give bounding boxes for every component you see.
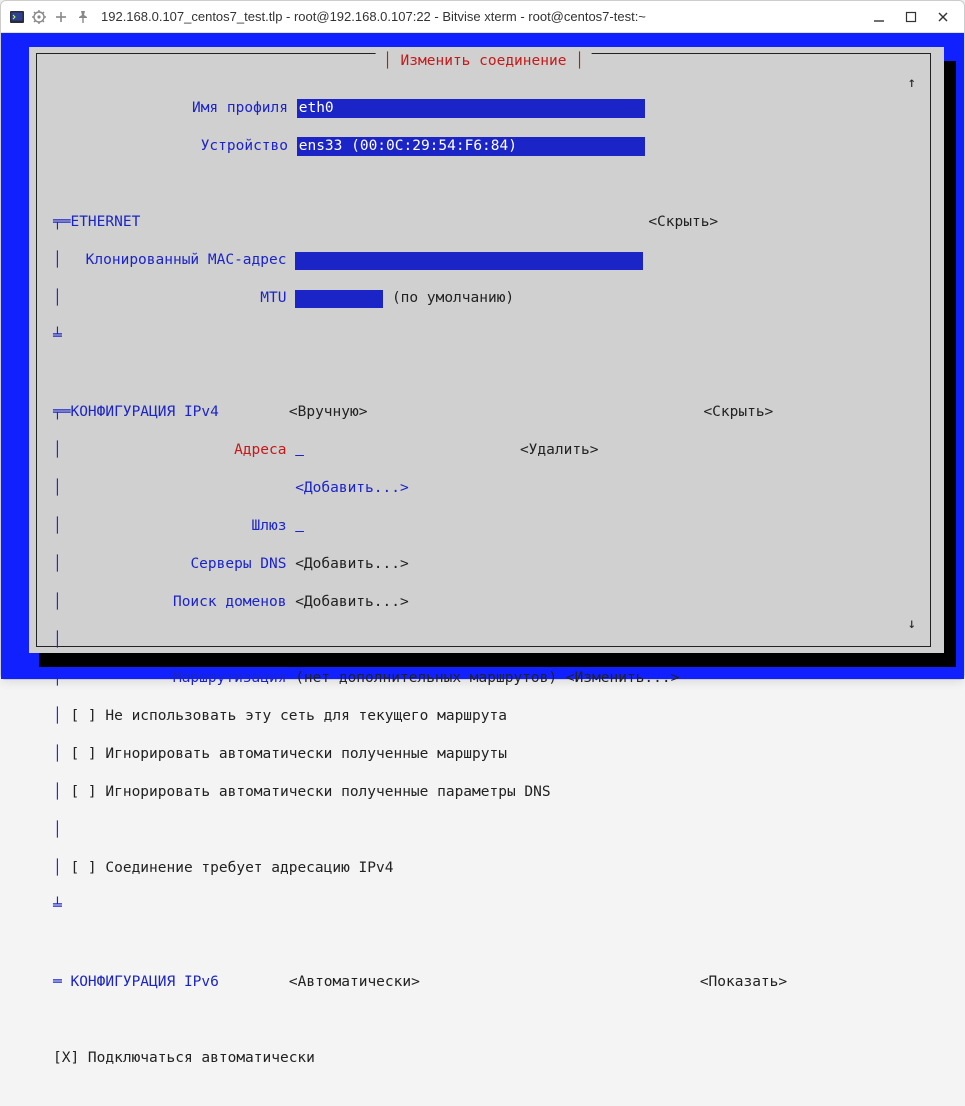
- edit-connection-dialog: │ Изменить соединение │ ↑ ↓ Имя профиля …: [29, 47, 944, 653]
- ipv4-ignore-dns-checkbox[interactable]: [ ] Игнорировать автоматически полученны…: [70, 784, 550, 800]
- ipv4-ignore-routes-checkbox[interactable]: [ ] Игнорировать автоматически полученны…: [70, 746, 507, 762]
- address-delete-button[interactable]: <Удалить>: [520, 442, 599, 458]
- device-input[interactable]: ens33 (00:0C:29:54:F6:84): [297, 137, 645, 156]
- ipv6-header: КОНФИГУРАЦИЯ IPv6: [70, 974, 218, 990]
- dns-label: Серверы DNS: [70, 555, 286, 574]
- addresses-label: Адреса: [70, 441, 286, 460]
- routing-value: (нет дополнительных маршрутов): [295, 670, 557, 686]
- mtu-default-label: (по умолчанию): [392, 290, 514, 306]
- routing-label: Маршрутизация: [70, 669, 286, 688]
- mtu-input[interactable]: [295, 290, 383, 308]
- scroll-down-indicator[interactable]: ↓: [908, 615, 916, 634]
- ipv4-mode-select[interactable]: <Вручную>: [289, 404, 368, 420]
- dialog-title: │ Изменить соединение │: [375, 52, 592, 71]
- search-domains-label: Поиск доменов: [70, 593, 286, 612]
- gear-icon[interactable]: [31, 9, 47, 25]
- cloned-mac-input[interactable]: [295, 252, 643, 270]
- profile-name-label: Имя профиля: [53, 99, 288, 118]
- gateway-input[interactable]: [295, 517, 511, 536]
- close-button[interactable]: [936, 10, 950, 24]
- dns-add-button[interactable]: <Добавить...>: [295, 556, 409, 572]
- app-window: 192.168.0.107_centos7_test.tlp - root@19…: [0, 0, 965, 680]
- mtu-label: MTU: [70, 289, 286, 308]
- device-label: Устройство: [53, 137, 288, 156]
- terminal-area: │ Изменить соединение │ ↑ ↓ Имя профиля …: [1, 33, 964, 679]
- address-add-button[interactable]: <Добавить...>: [295, 480, 409, 496]
- minimize-button[interactable]: [872, 10, 886, 24]
- ipv6-show-button[interactable]: <Показать>: [700, 974, 787, 990]
- search-domains-add-button[interactable]: <Добавить...>: [295, 594, 409, 610]
- ipv4-hide-button[interactable]: <Скрыть>: [703, 404, 773, 420]
- gateway-label: Шлюз: [70, 517, 286, 536]
- profile-name-input[interactable]: eth0: [297, 99, 645, 118]
- ethernet-hide-button[interactable]: <Скрыть>: [648, 214, 718, 230]
- ipv4-required-checkbox[interactable]: [ ] Соединение требует адресацию IPv4: [70, 860, 393, 876]
- cloned-mac-label: Клонированный MAC-адрес: [70, 251, 286, 270]
- ethernet-header: ETHERNET: [70, 214, 140, 230]
- autoconnect-checkbox[interactable]: [X] Подключаться автоматически: [53, 1050, 315, 1066]
- ipv4-header: КОНФИГУРАЦИЯ IPv4: [70, 404, 218, 420]
- titlebar: 192.168.0.107_centos7_test.tlp - root@19…: [1, 1, 964, 33]
- console-icon: [9, 9, 25, 25]
- plus-icon[interactable]: [53, 9, 69, 25]
- ipv6-mode-select[interactable]: <Автоматически>: [289, 974, 420, 990]
- window-title: 192.168.0.107_centos7_test.tlp - root@19…: [97, 9, 866, 24]
- scroll-up-indicator[interactable]: ↑: [908, 74, 916, 93]
- address-input[interactable]: [295, 441, 511, 460]
- thumbtack-icon[interactable]: [75, 9, 91, 25]
- maximize-button[interactable]: [904, 10, 918, 24]
- ipv4-never-default-checkbox[interactable]: [ ] Не использовать эту сеть для текущег…: [70, 708, 507, 724]
- routing-edit-button[interactable]: <Изменить...>: [566, 670, 680, 686]
